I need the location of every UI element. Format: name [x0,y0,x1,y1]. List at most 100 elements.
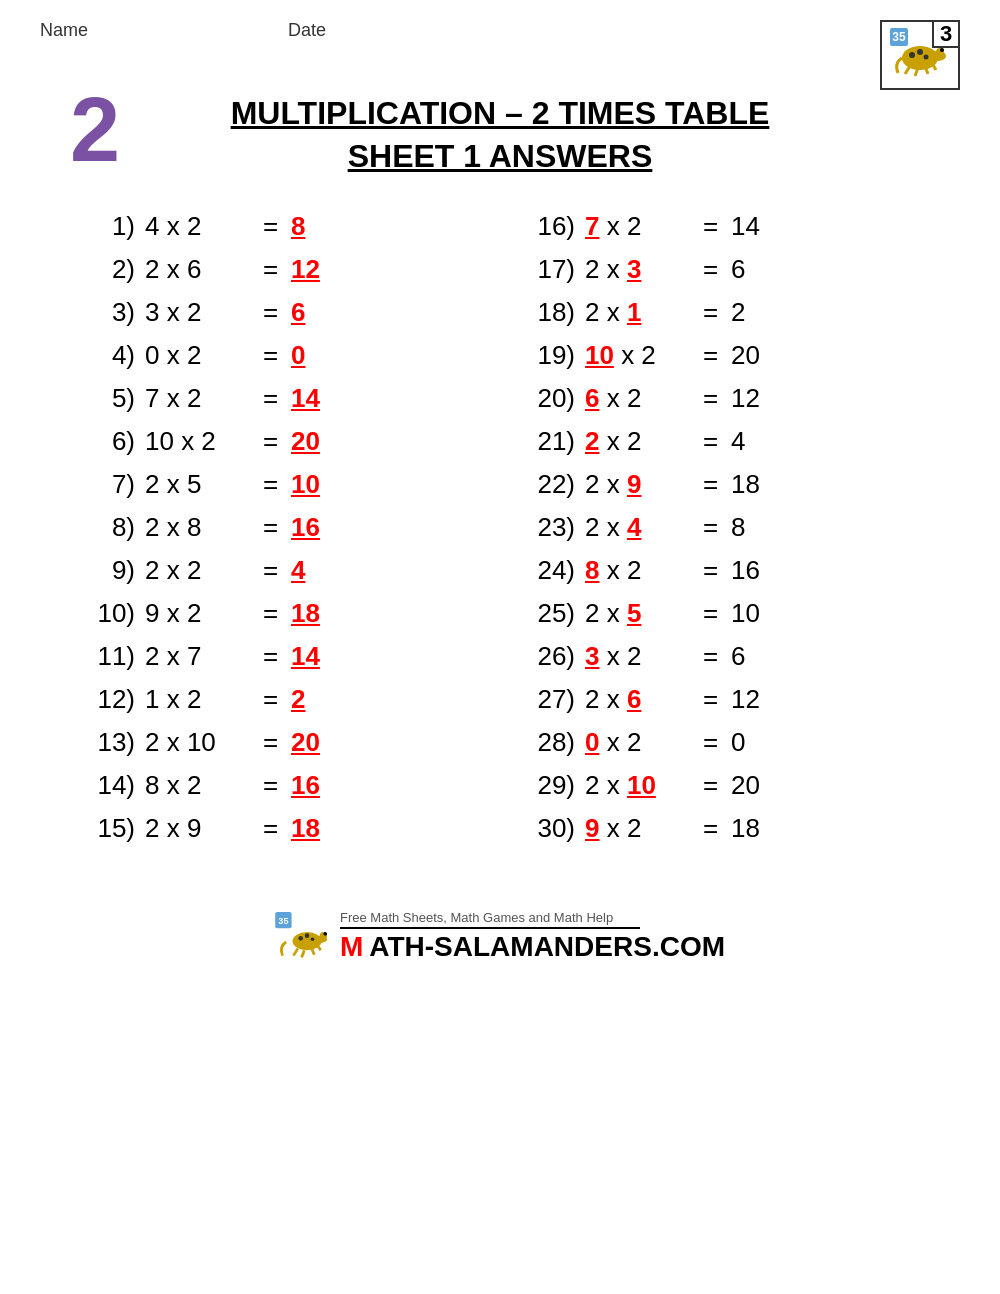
problem-num: 23) [520,512,575,543]
problem-row: 25) 2 x 5 = 10 [520,592,960,635]
header-section: 2 MULTIPLICATION – 2 TIMES TABLE SHEET 1… [40,95,960,175]
problem-answer: 18 [291,813,331,844]
problem-num: 26) [520,641,575,672]
problem-row: 6) 10 x 2 = 20 [80,420,520,463]
svg-point-25 [323,932,327,936]
problem-expr: 1 x 2 [145,684,255,715]
problem-expr: 2 x 2 [145,555,255,586]
problem-num: 22) [520,469,575,500]
problem-num: 6) [80,426,135,457]
problem-answer: 14 [291,641,331,672]
problem-row: 19) 10 x 2 = 20 [520,334,960,377]
date-label: Date [288,20,326,41]
problem-answer: 16 [291,770,331,801]
problem-answer: 2 [291,684,331,715]
problem-answer: 0 [291,340,331,371]
problem-row: 7) 2 x 5 = 10 [80,463,520,506]
problem-expr: 2 x 9 [145,813,255,844]
problem-expr: 2 x 3 [585,254,695,285]
problem-expr: 8 x 2 [145,770,255,801]
left-column: 1) 4 x 2 = 8 2) 2 x 6 = 12 3) 3 x 2 = 6 … [80,205,520,850]
page-wrapper: Name Date 3 [40,20,960,963]
problem-num: 13) [80,727,135,758]
problem-expr: 2 x 7 [145,641,255,672]
name-label: Name [40,20,88,41]
svg-point-3 [909,52,915,58]
problem-row: 22) 2 x 9 = 18 [520,463,960,506]
logo-number: 3 [932,20,960,48]
problem-num: 15) [80,813,135,844]
footer-salamander-icon: 35 [275,912,330,962]
problem-answer: 16 [731,555,771,586]
footer-divider [340,927,640,929]
problem-num: 14) [80,770,135,801]
svg-point-10 [940,48,944,52]
problem-num: 24) [520,555,575,586]
problem-row: 14) 8 x 2 = 16 [80,764,520,807]
problem-row: 10) 9 x 2 = 18 [80,592,520,635]
problem-answer: 20 [731,770,771,801]
problem-expr: 7 x 2 [585,211,695,242]
problem-expr: 9 x 2 [145,598,255,629]
problem-num: 25) [520,598,575,629]
svg-text:35: 35 [278,915,288,925]
problem-row: 17) 2 x 3 = 6 [520,248,960,291]
big-number: 2 [70,85,120,175]
problem-row: 2) 2 x 6 = 12 [80,248,520,291]
problem-num: 19) [520,340,575,371]
problems-grid: 1) 4 x 2 = 8 2) 2 x 6 = 12 3) 3 x 2 = 6 … [80,205,960,850]
problem-expr: 2 x 8 [145,512,255,543]
problem-expr: 2 x 5 [585,598,695,629]
problem-row: 21) 2 x 2 = 4 [520,420,960,463]
problem-num: 4) [80,340,135,371]
problem-expr: 2 x 9 [585,469,695,500]
problem-num: 21) [520,426,575,457]
problem-num: 18) [520,297,575,328]
problem-answer: 6 [291,297,331,328]
problem-expr: 2 x 10 [585,770,695,801]
problem-row: 23) 2 x 4 = 8 [520,506,960,549]
problem-row: 8) 2 x 8 = 16 [80,506,520,549]
problem-expr: 2 x 2 [585,426,695,457]
problem-expr: 3 x 2 [145,297,255,328]
problem-num: 10) [80,598,135,629]
problem-answer: 10 [291,469,331,500]
problem-row: 27) 2 x 6 = 12 [520,678,960,721]
svg-point-5 [924,54,929,59]
footer-text-block: Free Math Sheets, Math Games and Math He… [340,910,725,963]
problem-expr: 2 x 10 [145,727,255,758]
problem-expr: 9 x 2 [585,813,695,844]
sub-title: SHEET 1 ANSWERS [40,138,960,175]
problem-expr: 2 x 6 [585,684,695,715]
problem-answer: 18 [731,469,771,500]
problem-expr: 7 x 2 [145,383,255,414]
problem-row: 13) 2 x 10 = 20 [80,721,520,764]
problem-answer: 8 [731,512,771,543]
problem-row: 29) 2 x 10 = 20 [520,764,960,807]
problem-num: 8) [80,512,135,543]
problem-answer: 12 [731,684,771,715]
problem-answer: 20 [291,426,331,457]
problem-num: 28) [520,727,575,758]
footer-tagline: Free Math Sheets, Math Games and Math He… [340,910,725,925]
problem-num: 1) [80,211,135,242]
problem-answer: 6 [731,254,771,285]
svg-point-4 [917,49,923,55]
problem-num: 29) [520,770,575,801]
problem-expr: 10 x 2 [145,426,255,457]
problem-expr: 2 x 1 [585,297,695,328]
problem-row: 11) 2 x 7 = 14 [80,635,520,678]
svg-point-18 [298,936,303,941]
problem-answer: 4 [731,426,771,457]
problem-row: 26) 3 x 2 = 6 [520,635,960,678]
problem-answer: 14 [731,211,771,242]
name-date-labels: Name Date [40,20,326,41]
problem-row: 16) 7 x 2 = 14 [520,205,960,248]
footer-brand: MATH-SALAMANDERS.COM [340,931,725,963]
problem-num: 3) [80,297,135,328]
problem-num: 12) [80,684,135,715]
problem-answer: 18 [731,813,771,844]
problem-answer: 4 [291,555,331,586]
problem-row: 4) 0 x 2 = 0 [80,334,520,377]
problem-row: 20) 6 x 2 = 12 [520,377,960,420]
